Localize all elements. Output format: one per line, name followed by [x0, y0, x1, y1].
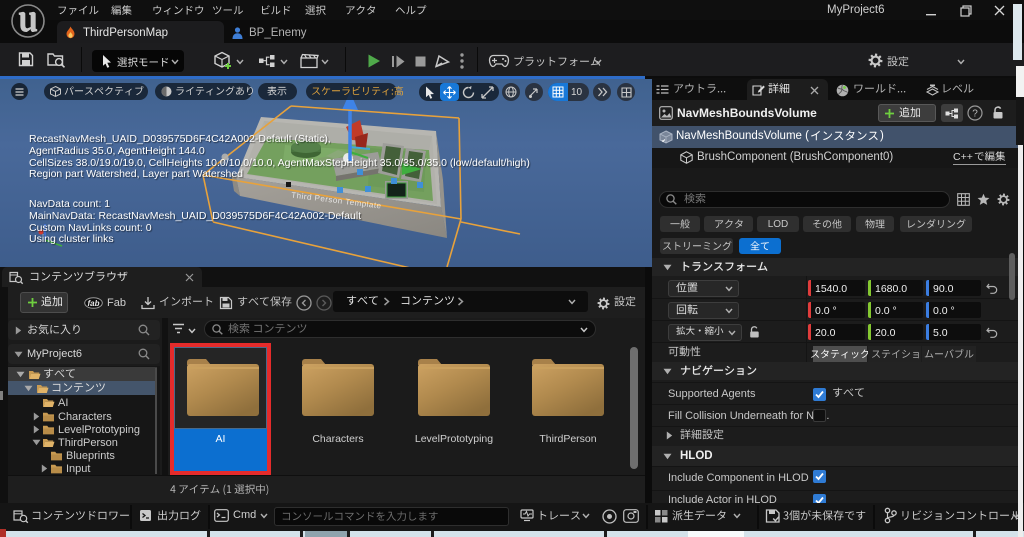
- svg-text:?: ?: [972, 109, 978, 120]
- svg-text:fab: fab: [88, 299, 100, 308]
